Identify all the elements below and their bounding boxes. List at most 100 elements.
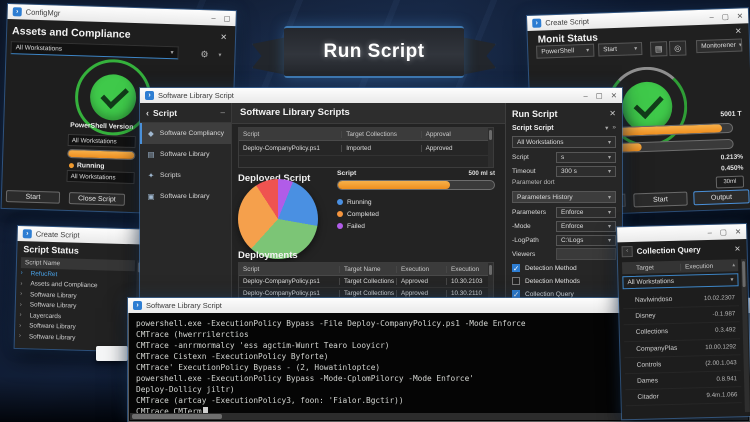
app-icon: › [145, 91, 154, 100]
start-button[interactable]: Start [633, 191, 688, 208]
library-main-area: Software Library Scripts Script Target C… [232, 103, 505, 312]
parameter-note: Parameter dort [512, 179, 555, 186]
script-row: Script s ▾ [512, 151, 616, 163]
printer-icon[interactable]: ▤ [649, 41, 668, 57]
deployment-pie-chart [238, 179, 318, 259]
version-field[interactable]: All Workstations [67, 133, 136, 149]
logpath-dropdown[interactable]: C:\Logs ▾ [556, 234, 616, 246]
sidebar-item-software-library-2[interactable]: ▣ Software Library [140, 186, 231, 207]
maximize-icon[interactable]: ▢ [720, 225, 727, 240]
minimize-icon[interactable]: – [707, 225, 712, 240]
app-icon: › [532, 18, 542, 28]
chevron-down-icon[interactable]: ▾ [218, 52, 221, 59]
table-row[interactable]: Deploy-CompanyPolicy.ps1 Imported Approv… [239, 141, 493, 156]
legend-item-completed: Completed [337, 208, 379, 220]
close-icon[interactable]: ✕ [735, 224, 742, 239]
collapse-icon[interactable]: – [221, 108, 225, 117]
banner-title: Run Script [323, 41, 425, 62]
scrollbar[interactable] [740, 259, 750, 413]
chevron-right-icon: › [20, 291, 23, 298]
library-icon: ▣ [147, 192, 155, 201]
cell: 10.30.2103 [446, 278, 490, 285]
sidebar-item-scripts[interactable]: ✦ Scripts [140, 165, 231, 186]
library-titlebar[interactable]: › Software Library Script – ▢ ✕ [140, 88, 622, 103]
sidebar-header[interactable]: ‹ Script – [140, 103, 231, 123]
checkbox-row-detection-method[interactable]: Detection Method [512, 262, 616, 274]
scrollbar-thumb[interactable] [741, 261, 746, 288]
close-icon[interactable]: ✕ [737, 8, 744, 23]
mode-dropdown[interactable]: Enforce ▾ [556, 220, 616, 232]
close-script-button[interactable]: Close Script [68, 192, 126, 206]
close-icon[interactable]: ✕ [609, 109, 616, 118]
checkbox[interactable] [512, 264, 520, 273]
engine-dropdown[interactable]: PowerShell ▾ [536, 43, 595, 59]
gear-icon[interactable]: ⚙ [200, 49, 208, 59]
cell: Approved [396, 290, 446, 297]
legend-label: Running [347, 198, 372, 206]
scrollbar-thumb[interactable] [489, 265, 492, 275]
table-row[interactable]: Citador 9.4m.1.066 [625, 387, 742, 407]
checkbox[interactable] [512, 277, 520, 285]
table-row[interactable]: Deploy-CompanyPolicy.ps1 Target Collecti… [239, 276, 493, 288]
status-value: All Workstations [70, 172, 116, 181]
close-icon[interactable]: ✕ [220, 33, 227, 42]
close-icon[interactable]: ✕ [734, 244, 741, 253]
scrollbar-thumb[interactable] [489, 130, 492, 140]
chevron-down-icon: ▾ [170, 50, 174, 57]
viewers-input[interactable] [556, 248, 616, 260]
close-icon[interactable]: ✕ [735, 27, 742, 36]
status-field[interactable]: All Workstations [66, 169, 135, 185]
chevron-left-icon[interactable]: ‹ [621, 245, 633, 258]
timeout-dropdown[interactable]: 300 s ▾ [556, 165, 616, 177]
chevron-down-icon[interactable]: ▾ [605, 124, 608, 132]
sidebar-item-software-compliancy[interactable]: ◆ Software Compliancy [140, 123, 231, 144]
close-icon[interactable]: ✕ [611, 88, 617, 103]
legend-item-failed: Failed [337, 220, 379, 232]
logpath-value: C:\Logs [561, 236, 584, 244]
status-titlebar[interactable]: › Create Script [17, 226, 144, 245]
sidebar-item-software-library[interactable]: ▤ Software Library [140, 144, 231, 165]
item-label: Software Library [28, 333, 76, 342]
checkbox-label: Detection Method [525, 264, 577, 272]
chevron-right-icon: › [18, 333, 22, 340]
action-dropdown[interactable]: Start ▾ [598, 42, 643, 57]
checkbox-row-detection-methods[interactable]: Detection Methods [512, 275, 616, 287]
list-item[interactable]: › Software Library [19, 331, 133, 345]
panel-collection-dropdown[interactable]: All Workstations ▾ [512, 136, 616, 148]
output-button[interactable]: Output [693, 189, 750, 206]
parameters-value: Enforce [561, 208, 584, 216]
sidebar-title: Script [153, 107, 178, 118]
collection-dropdown[interactable]: All Workstations ▾ [10, 41, 179, 60]
mode-dropdown[interactable]: Monitorener ▾ [695, 38, 743, 54]
parameters-history-dropdown[interactable]: Parameters History ▾ [512, 191, 616, 203]
maximize-icon[interactable]: ▢ [721, 9, 729, 24]
script-dropdown[interactable]: s ▾ [556, 151, 616, 163]
query-filter-dropdown[interactable]: All Workstations ▾ [622, 273, 739, 290]
scrollbar-thumb[interactable] [132, 414, 222, 419]
query-titlebar[interactable]: – ▢ ✕ [617, 224, 747, 243]
scroll-up-icon[interactable]: ▴ [732, 262, 738, 268]
maximize-icon[interactable]: ▢ [596, 88, 603, 103]
cell-target: Dames [636, 377, 659, 385]
percent-value-2: 0.450% [720, 164, 744, 173]
external-icon[interactable]: » [612, 124, 616, 132]
start-button[interactable]: Start [5, 190, 61, 204]
desktop-background: › ConfigMgr – ▢ Assets and Compliance ✕ … [0, 0, 750, 422]
maximize-icon[interactable]: ▢ [223, 11, 231, 26]
chevron-down-icon: ▾ [607, 223, 611, 230]
mode-value: Enforce [561, 222, 584, 230]
sidebar: ‹ Script – ◆ Software Compliancy ▤ Softw… [140, 103, 232, 312]
minimize-icon[interactable]: – [709, 9, 714, 24]
monitor-icon[interactable]: ◎ [668, 40, 687, 57]
script-label: Script [512, 153, 529, 161]
minimize-icon[interactable]: – [583, 88, 587, 103]
legend-label: Completed [347, 210, 379, 218]
cell-approval: Approved [420, 144, 493, 152]
scrollbar[interactable] [488, 128, 493, 167]
minimize-icon[interactable]: – [211, 10, 216, 25]
parameters-dropdown[interactable]: Enforce ▾ [556, 206, 616, 218]
checkbox[interactable] [512, 290, 520, 299]
query-results-list: Navlwindoso 10.02.2307 Disney -0.1.987 C… [622, 290, 742, 407]
timeout-label: Timeout [512, 167, 536, 175]
window-controls: – ▢ [211, 10, 231, 26]
